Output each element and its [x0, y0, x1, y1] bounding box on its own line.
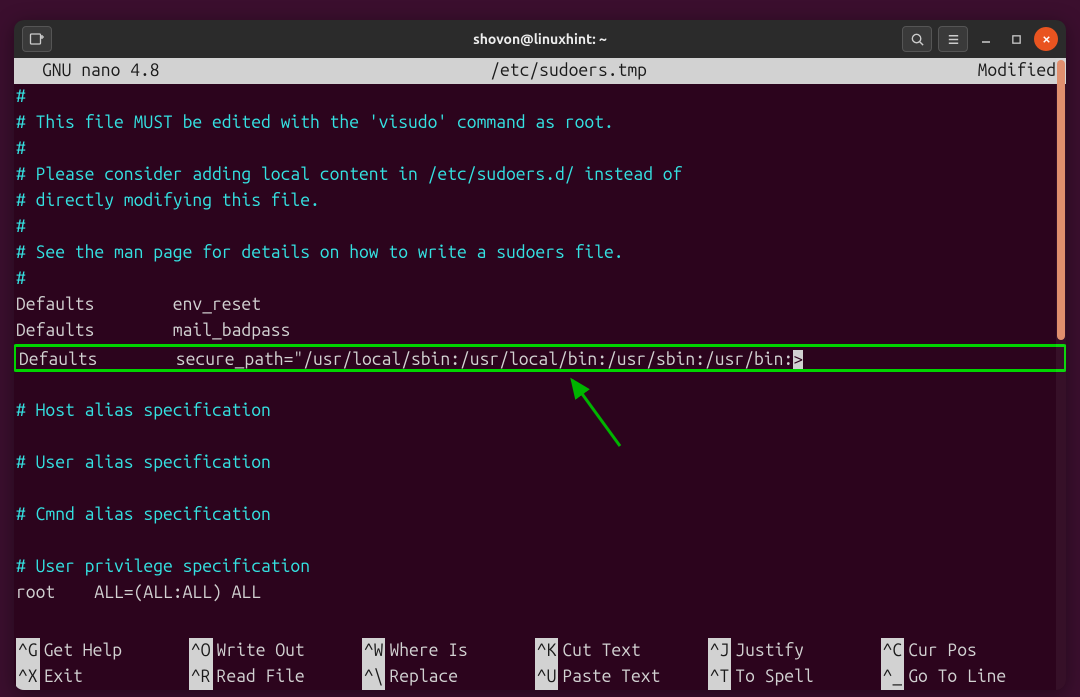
editor-line: [16, 424, 1064, 450]
nano-header-bar: GNU nano 4.8 /etc/sudoers.tmp Modified: [14, 58, 1066, 84]
scrollbar-thumb[interactable]: [1057, 60, 1065, 340]
shortcut-to-spell: ^TTo Spell: [708, 664, 881, 690]
footer-row-1: ^GGet Help ^OWrite Out ^WWhere Is ^KCut …: [16, 638, 1054, 664]
hamburger-icon: [946, 32, 961, 47]
shortcut-get-help: ^GGet Help: [16, 638, 189, 664]
editor-line: [16, 528, 1064, 554]
window-title: shovon@linuxhint: ~: [473, 31, 607, 47]
editor-line: [16, 372, 1064, 398]
new-tab-icon: [29, 31, 45, 47]
terminal-window: shovon@linuxhint: ~: [14, 20, 1066, 690]
maximize-icon: [1011, 34, 1022, 45]
editor-line: #: [16, 136, 1064, 162]
highlighted-line: Defaults secure_path="/usr/local/sbin:/u…: [14, 344, 1066, 372]
minimize-icon: [980, 33, 992, 45]
editor-area: # # This file MUST be edited with the 'v…: [14, 84, 1066, 606]
nano-status: Modified: [978, 58, 1064, 84]
nano-file-name: /etc/sudoers.tmp: [160, 58, 978, 84]
editor-line: # This file MUST be edited with the 'vis…: [16, 110, 1064, 136]
menu-button[interactable]: [938, 26, 968, 52]
close-icon: [1041, 34, 1052, 45]
titlebar: shovon@linuxhint: ~: [14, 20, 1066, 58]
editor-line: root ALL=(ALL:ALL) ALL: [16, 580, 1064, 606]
shortcut-replace: ^\Replace: [362, 664, 535, 690]
cursor: >: [793, 350, 803, 369]
shortcut-justify: ^JJustify: [708, 638, 881, 664]
editor-text: Defaults secure_path="/usr/local/sbin:/u…: [19, 350, 793, 369]
editor-line: # Please consider adding local content i…: [16, 162, 1064, 188]
shortcut-read-file: ^RRead File: [189, 664, 362, 690]
nano-app-name: GNU nano 4.8: [16, 58, 160, 84]
close-button[interactable]: [1034, 27, 1058, 51]
shortcut-go-to-line: ^_Go To Line: [881, 664, 1054, 690]
nano-footer: ^GGet Help ^OWrite Out ^WWhere Is ^KCut …: [14, 638, 1056, 690]
editor-line: #: [16, 84, 1064, 110]
shortcut-exit: ^XExit: [16, 664, 189, 690]
scrollbar-track[interactable]: [1056, 58, 1066, 690]
shortcut-cur-pos: ^CCur Pos: [881, 638, 1054, 664]
terminal-body[interactable]: GNU nano 4.8 /etc/sudoers.tmp Modified #…: [14, 58, 1066, 690]
editor-line: Defaults mail_badpass: [16, 318, 1064, 344]
editor-line: Defaults env_reset: [16, 292, 1064, 318]
maximize-button[interactable]: [1004, 27, 1028, 51]
footer-row-2: ^XExit ^RRead File ^\Replace ^UPaste Tex…: [16, 664, 1054, 690]
editor-line: # directly modifying this file.: [16, 188, 1064, 214]
editor-line: # See the man page for details on how to…: [16, 240, 1064, 266]
shortcut-where-is: ^WWhere Is: [362, 638, 535, 664]
shortcut-cut-text: ^KCut Text: [535, 638, 708, 664]
editor-line: # Cmnd alias specification: [16, 502, 1064, 528]
editor-line: [16, 476, 1064, 502]
shortcut-write-out: ^OWrite Out: [189, 638, 362, 664]
editor-line: # Host alias specification: [16, 398, 1064, 424]
search-button[interactable]: [902, 26, 932, 52]
editor-line: #: [16, 214, 1064, 240]
editor-line: # User privilege specification: [16, 554, 1064, 580]
new-tab-button[interactable]: [22, 26, 52, 52]
minimize-button[interactable]: [974, 27, 998, 51]
shortcut-paste-text: ^UPaste Text: [535, 664, 708, 690]
editor-line: # User alias specification: [16, 450, 1064, 476]
search-icon: [910, 32, 925, 47]
editor-line: #: [16, 266, 1064, 292]
